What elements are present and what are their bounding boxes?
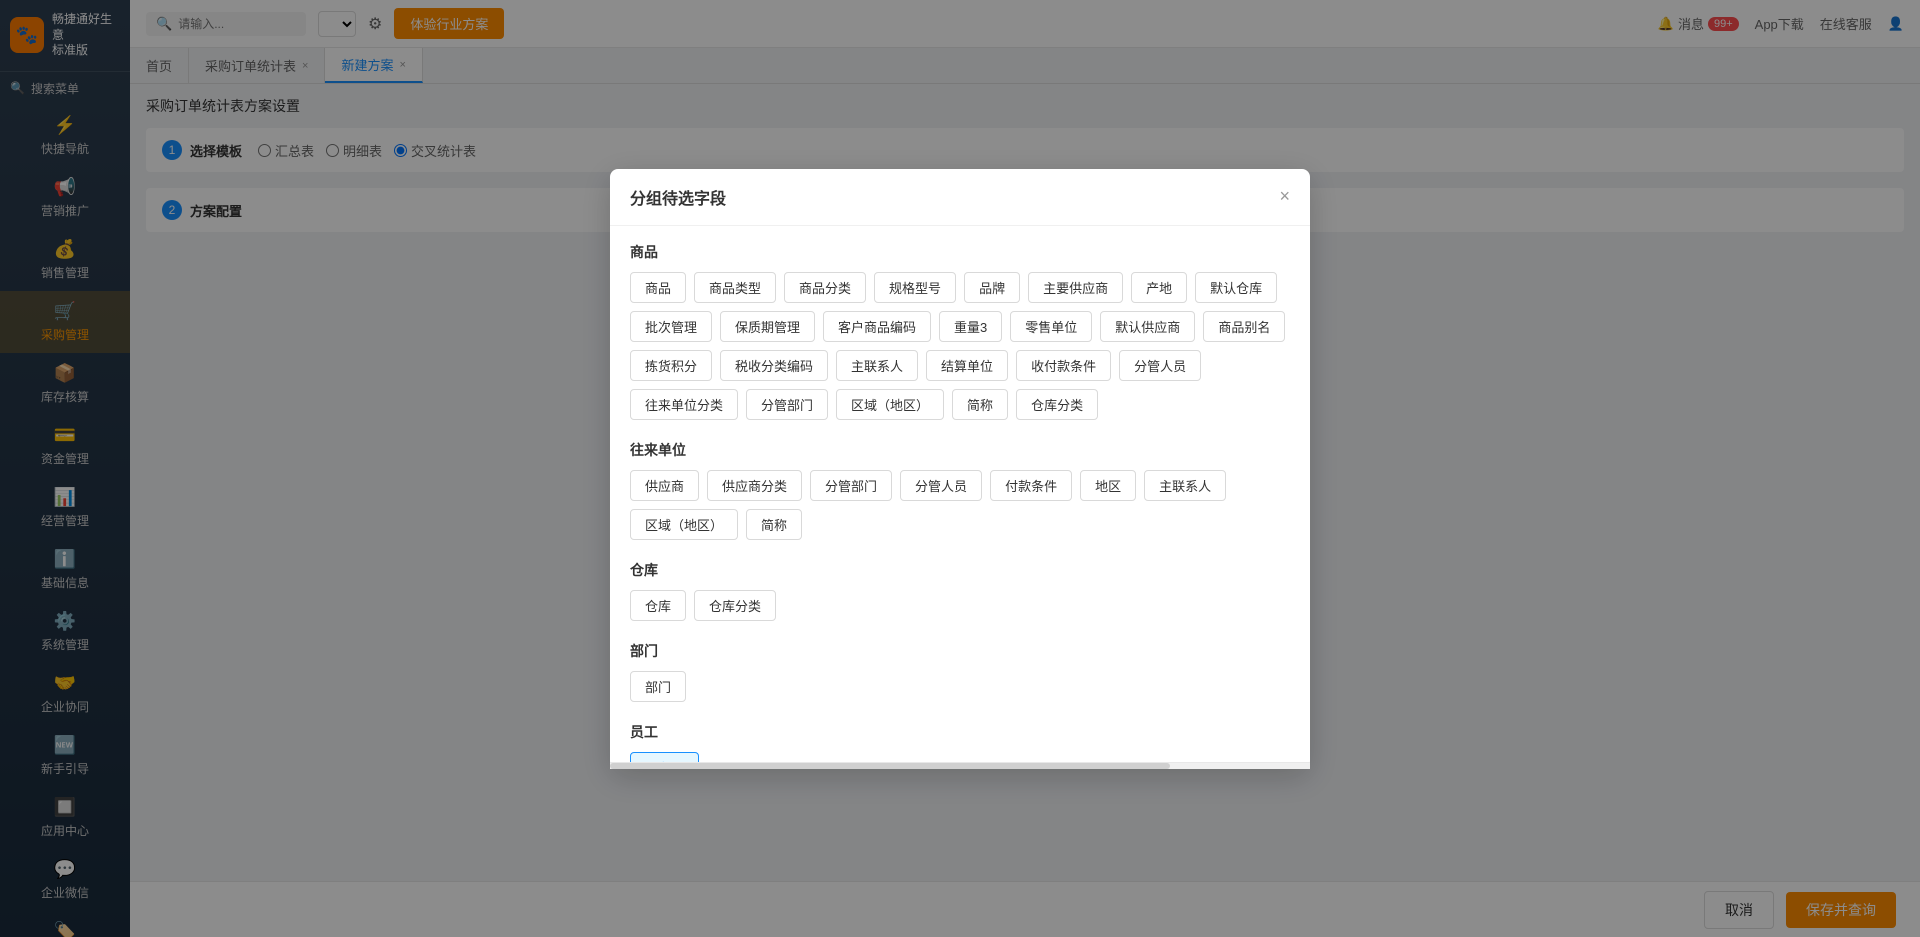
field-tag-origin[interactable]: 产地 — [1131, 272, 1187, 303]
field-group-warehouse-title: 仓库 — [630, 560, 1290, 580]
field-group-department: 部门 部门 — [630, 641, 1290, 702]
field-group-department-title: 部门 — [630, 641, 1290, 661]
field-tags-department: 部门 — [630, 671, 1290, 702]
field-tag-payment-terms[interactable]: 收付款条件 — [1016, 350, 1111, 381]
field-tag-payment-condition[interactable]: 付款条件 — [990, 470, 1072, 501]
field-tag-region[interactable]: 区域（地区） — [836, 389, 944, 420]
modal-hscroll-thumb — [610, 763, 1170, 768]
field-tag-tax-code[interactable]: 税收分类编码 — [720, 350, 828, 381]
field-tag-batch-mgmt[interactable]: 批次管理 — [630, 311, 712, 342]
field-tag-sales-staff[interactable]: 业务员 — [630, 752, 699, 763]
field-tag-default-warehouse[interactable]: 默认仓库 — [1195, 272, 1277, 303]
field-tag-expiry-mgmt[interactable]: 保质期管理 — [720, 311, 815, 342]
field-group-product-title: 商品 — [630, 242, 1290, 262]
field-group-employee: 员工 业务员 — [630, 722, 1290, 763]
field-tag-commodity-category[interactable]: 商品分类 — [784, 272, 866, 303]
field-tag-spec-type[interactable]: 规格型号 — [874, 272, 956, 303]
field-tag-dept[interactable]: 部门 — [630, 671, 686, 702]
field-tag-alias[interactable]: 商品别名 — [1203, 311, 1285, 342]
field-tag-short-name[interactable]: 简称 — [952, 389, 1008, 420]
field-tag-warehouse-type[interactable]: 仓库分类 — [694, 590, 776, 621]
field-tag-commodity[interactable]: 商品 — [630, 272, 686, 303]
field-tag-main-contact[interactable]: 主联系人 — [836, 350, 918, 381]
field-tag-pick-points[interactable]: 拣货积分 — [630, 350, 712, 381]
field-tags-product: 商品 商品类型 商品分类 规格型号 品牌 主要供应商 产地 默认仓库 批次管理 … — [630, 272, 1290, 420]
modal-close-button[interactable]: × — [1279, 186, 1290, 207]
modal-field-selector: 分组待选字段 × 商品 商品 商品类型 商品分类 规格型号 品牌 主要供应商 产… — [610, 169, 1310, 769]
field-tag-from-unit-category[interactable]: 往来单位分类 — [630, 389, 738, 420]
modal-body[interactable]: 商品 商品 商品类型 商品分类 规格型号 品牌 主要供应商 产地 默认仓库 批次… — [610, 226, 1310, 763]
field-tag-weight3[interactable]: 重量3 — [939, 311, 1002, 342]
field-tag-brand[interactable]: 品牌 — [964, 272, 1020, 303]
field-tag-main-supplier[interactable]: 主要供应商 — [1028, 272, 1123, 303]
field-tag-manager[interactable]: 分管人员 — [1119, 350, 1201, 381]
field-tag-supplier[interactable]: 供应商 — [630, 470, 699, 501]
field-tag-manage-dept[interactable]: 分管部门 — [746, 389, 828, 420]
field-group-warehouse: 仓库 仓库 仓库分类 — [630, 560, 1290, 621]
field-tag-manage-staff[interactable]: 分管人员 — [900, 470, 982, 501]
field-group-partner: 往来单位 供应商 供应商分类 分管部门 分管人员 付款条件 地区 主联系人 区域… — [630, 440, 1290, 540]
field-tag-warehouse-category[interactable]: 仓库分类 — [1016, 389, 1098, 420]
field-tag-supplier-category[interactable]: 供应商分类 — [707, 470, 802, 501]
field-tag-commodity-type[interactable]: 商品类型 — [694, 272, 776, 303]
field-tag-settlement-unit[interactable]: 结算单位 — [926, 350, 1008, 381]
field-tag-district[interactable]: 地区 — [1080, 470, 1136, 501]
field-tag-manage-dept2[interactable]: 分管部门 — [810, 470, 892, 501]
field-tag-customer-code[interactable]: 客户商品编码 — [823, 311, 931, 342]
field-tag-retail-unit[interactable]: 零售单位 — [1010, 311, 1092, 342]
field-tags-employee: 业务员 — [630, 752, 1290, 763]
modal-hscroll[interactable] — [610, 762, 1310, 768]
field-tags-warehouse: 仓库 仓库分类 — [630, 590, 1290, 621]
field-tags-partner: 供应商 供应商分类 分管部门 分管人员 付款条件 地区 主联系人 区域（地区） … — [630, 470, 1290, 540]
field-group-partner-title: 往来单位 — [630, 440, 1290, 460]
field-tag-main-contact2[interactable]: 主联系人 — [1144, 470, 1226, 501]
modal-title: 分组待选字段 — [630, 185, 726, 209]
field-tag-default-supplier[interactable]: 默认供应商 — [1100, 311, 1195, 342]
field-group-employee-title: 员工 — [630, 722, 1290, 742]
field-group-product: 商品 商品 商品类型 商品分类 规格型号 品牌 主要供应商 产地 默认仓库 批次… — [630, 242, 1290, 420]
modal-header: 分组待选字段 × — [610, 169, 1310, 226]
field-tag-short-name2[interactable]: 简称 — [746, 509, 802, 540]
field-tag-region2[interactable]: 区域（地区） — [630, 509, 738, 540]
field-tag-warehouse[interactable]: 仓库 — [630, 590, 686, 621]
